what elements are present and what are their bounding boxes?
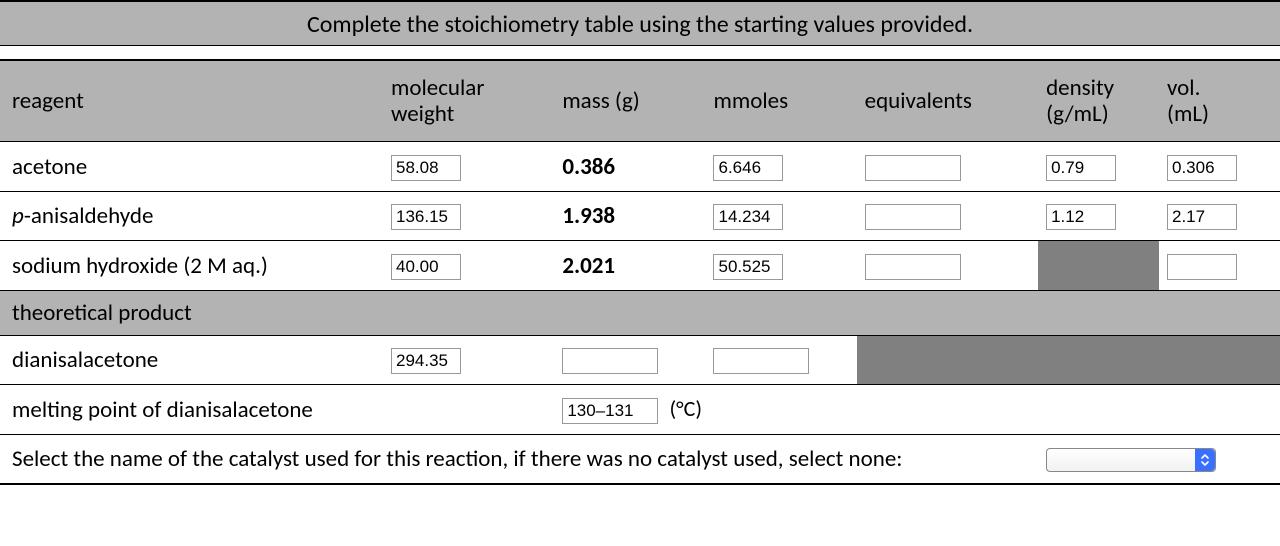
mw-input[interactable]: 136.15 — [391, 204, 461, 230]
reagent-name: p-anisaldehyde — [0, 191, 383, 241]
melting-point-unit: (°C) — [670, 395, 703, 422]
chevron-up-down-icon — [1195, 449, 1215, 471]
header-mmoles: mmoles — [705, 60, 856, 142]
spacer — [0, 46, 1280, 60]
product-name: dianisalacetone — [0, 335, 383, 385]
theoretical-product-header: theoretical product — [0, 290, 1280, 335]
mmoles-input[interactable]: 50.525 — [713, 254, 783, 280]
mw-input[interactable]: 294.35 — [391, 348, 461, 374]
header-mw-line2: weight — [391, 100, 454, 128]
catalyst-prompt: Select the name of the catalyst used for… — [0, 434, 1038, 484]
reagent-name: sodium hydroxide (2 M aq.) — [0, 241, 383, 291]
header-density-line2: (g/mL) — [1046, 100, 1109, 128]
header-mw-line1: molecular — [391, 74, 484, 102]
mmoles-input[interactable] — [713, 348, 809, 374]
vol-input[interactable]: 2.17 — [1167, 204, 1237, 230]
header-vol-line2: (mL) — [1167, 100, 1209, 128]
header-vol-line1: vol. — [1167, 74, 1200, 102]
vol-input[interactable]: 0.306 — [1167, 155, 1237, 181]
header-density: density (g/mL) — [1038, 60, 1159, 142]
table-row: acetone 58.08 0.386 6.646 0.79 0.306 — [0, 142, 1280, 192]
reagent-rest: -anisaldehyde — [24, 202, 154, 230]
mass-value: 1.938 — [554, 191, 705, 241]
header-equivalents: equivalents — [857, 60, 1038, 142]
equivalents-input[interactable] — [865, 204, 961, 230]
disabled-cell — [857, 335, 1038, 385]
mass-value: 0.386 — [554, 142, 705, 192]
density-input[interactable]: 0.79 — [1046, 155, 1116, 181]
disabled-cell — [1038, 335, 1159, 385]
mw-input[interactable]: 58.08 — [391, 155, 461, 181]
disabled-cell — [1038, 241, 1159, 291]
density-input[interactable]: 1.12 — [1046, 204, 1116, 230]
table-row: sodium hydroxide (2 M aq.) 40.00 2.021 5… — [0, 241, 1280, 291]
stoichiometry-table: Complete the stoichiometry table using t… — [0, 0, 1280, 485]
reagent-rest: sodium hydroxide (2 M aq.) — [12, 252, 268, 280]
table-row: p-anisaldehyde 136.15 1.938 14.234 1.12 … — [0, 191, 1280, 241]
table-row: dianisalacetone 294.35 — [0, 335, 1280, 385]
melting-point-input[interactable]: 130–131 — [562, 398, 658, 424]
mmoles-input[interactable]: 6.646 — [713, 155, 783, 181]
mass-value: 2.021 — [554, 241, 705, 291]
header-reagent: reagent — [0, 60, 383, 142]
melting-point-label: melting point of dianisalacetone — [0, 385, 554, 435]
catalyst-select[interactable] — [1046, 448, 1216, 472]
header-mass: mass (g) — [554, 60, 705, 142]
mass-input[interactable] — [562, 348, 658, 374]
mmoles-input[interactable]: 14.234 — [713, 204, 783, 230]
equivalents-input[interactable] — [865, 155, 961, 181]
disabled-cell — [1159, 335, 1280, 385]
header-vol: vol. (mL) — [1159, 60, 1280, 142]
equivalents-input[interactable] — [865, 254, 961, 280]
reagent-prefix: p — [12, 202, 24, 230]
table-title: Complete the stoichiometry table using t… — [0, 1, 1280, 46]
reagent-rest: acetone — [12, 153, 87, 181]
melting-point-row: melting point of dianisalacetone 130–131… — [0, 385, 1280, 435]
header-density-line1: density — [1046, 74, 1114, 102]
mw-input[interactable]: 40.00 — [391, 254, 461, 280]
vol-input[interactable] — [1167, 254, 1237, 280]
catalyst-row: Select the name of the catalyst used for… — [0, 434, 1280, 484]
header-molecular-weight: molecular weight — [383, 60, 554, 142]
reagent-name: acetone — [0, 142, 383, 192]
